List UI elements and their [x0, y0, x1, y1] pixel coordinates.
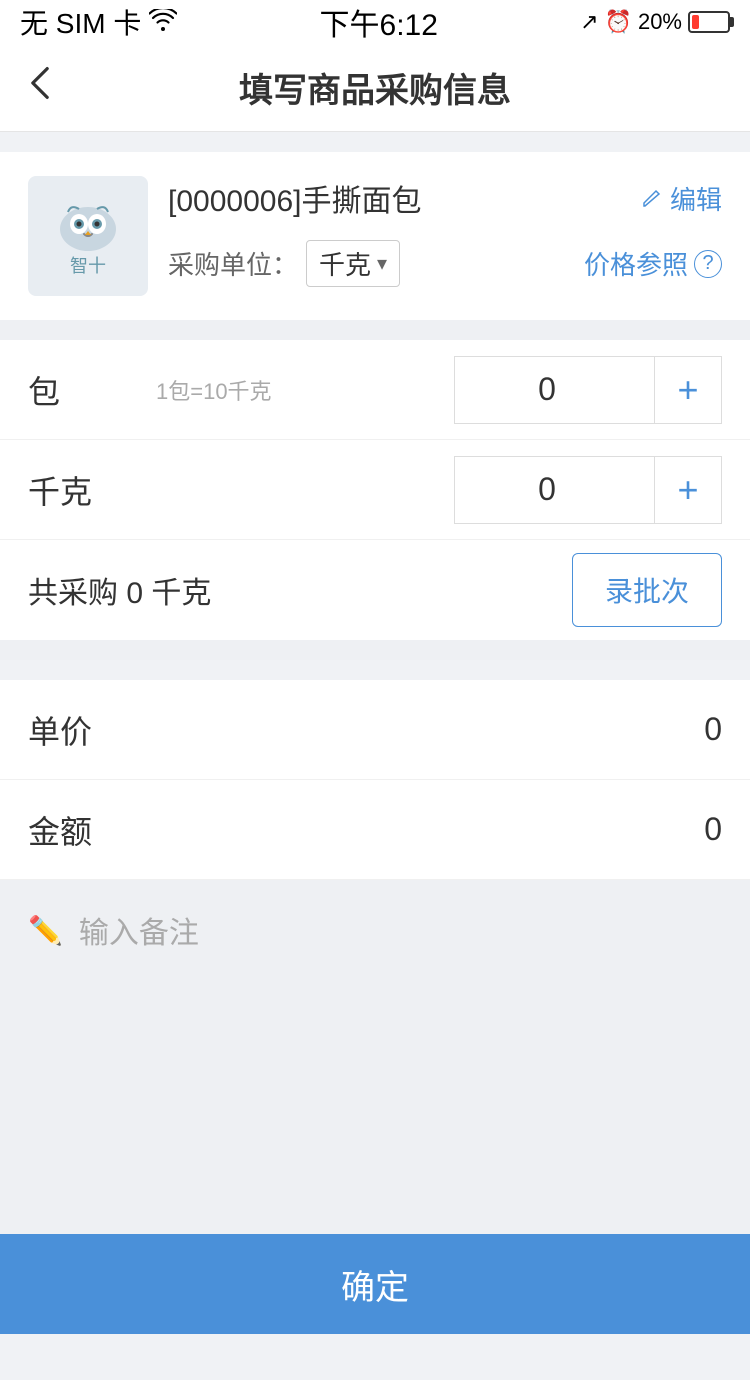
unit-price-value: 0	[704, 711, 722, 748]
edit-button[interactable]: 编辑	[641, 180, 722, 217]
unit-select-text: 千克	[319, 245, 371, 282]
amount-label: 金额	[28, 807, 92, 853]
alarm-icon: ⏰	[605, 9, 632, 35]
kg-plus-button[interactable]: +	[654, 456, 722, 524]
unit-label: 采购单位：	[168, 245, 298, 282]
input-section: 包 1包=10千克 + 千克 +	[0, 340, 750, 540]
brand-text: 智十	[70, 252, 106, 278]
total-row: 共采购 0 千克 录批次	[0, 540, 750, 640]
total-text: 共采购 0 千克	[28, 568, 211, 612]
nav-bar: 填写商品采购信息	[0, 44, 750, 132]
price-section: 单价 0 金额 0	[0, 680, 750, 880]
battery-fill	[692, 15, 699, 29]
carrier-text: 无 SIM 卡	[20, 2, 141, 42]
bao-input[interactable]	[454, 356, 654, 424]
remark-section[interactable]: ✏️ 输入备注	[0, 880, 750, 980]
time-display: 下午6:12	[320, 0, 438, 44]
kg-input[interactable]	[454, 456, 654, 524]
price-ref-link[interactable]: 价格参照 ?	[584, 245, 722, 282]
product-card: 智十 [0000006]手撕面包 编辑 采购单位： 千克 ▾	[0, 152, 750, 320]
bao-sub-label: 1包=10千克	[156, 374, 454, 406]
product-name-row: [0000006]手撕面包 编辑	[168, 176, 722, 220]
battery-pct: 20%	[638, 9, 682, 35]
product-image: 智十	[28, 176, 148, 296]
bao-plus-button[interactable]: +	[654, 356, 722, 424]
confirm-text: 确定	[341, 1260, 409, 1309]
price-ref-help-icon: ?	[694, 250, 722, 278]
kg-input-wrap: +	[454, 456, 722, 524]
kg-input-row: 千克 +	[0, 440, 750, 540]
batch-button[interactable]: 录批次	[572, 553, 722, 627]
pencil-icon: ✏️	[28, 914, 63, 947]
battery-icon	[688, 11, 730, 33]
back-button[interactable]	[28, 65, 52, 111]
amount-value: 0	[704, 811, 722, 848]
product-image-inner: 智十	[53, 194, 123, 278]
confirm-bar[interactable]: 确定	[0, 1234, 750, 1334]
bao-label: 包	[28, 367, 148, 413]
bao-input-row: 包 1包=10千克 +	[0, 340, 750, 440]
product-name: [0000006]手撕面包	[168, 176, 421, 220]
bao-input-wrap: +	[454, 356, 722, 424]
chevron-down-icon: ▾	[377, 251, 387, 276]
unit-select[interactable]: 千克 ▾	[306, 240, 400, 287]
kg-label: 千克	[28, 467, 148, 513]
remark-placeholder: 输入备注	[79, 908, 199, 952]
status-bar: 无 SIM 卡 下午6:12 ↗ ⏰ 20%	[0, 0, 750, 44]
location-icon: ↗	[580, 9, 598, 35]
status-right: ↗ ⏰ 20%	[580, 9, 730, 35]
status-left: 无 SIM 卡	[20, 2, 177, 42]
page-title: 填写商品采购信息	[239, 63, 511, 112]
product-unit-row: 采购单位： 千克 ▾ 价格参照 ?	[168, 240, 722, 287]
wifi-icon	[149, 6, 177, 38]
unit-price-label: 单价	[28, 707, 92, 753]
section-divider-1	[0, 320, 750, 340]
main-content: 智十 [0000006]手撕面包 编辑 采购单位： 千克 ▾	[0, 152, 750, 1380]
product-info: [0000006]手撕面包 编辑 采购单位： 千克 ▾ 价格	[168, 176, 722, 287]
amount-row: 金额 0	[0, 780, 750, 880]
section-divider-2	[0, 640, 750, 660]
unit-price-row: 单价 0	[0, 680, 750, 780]
